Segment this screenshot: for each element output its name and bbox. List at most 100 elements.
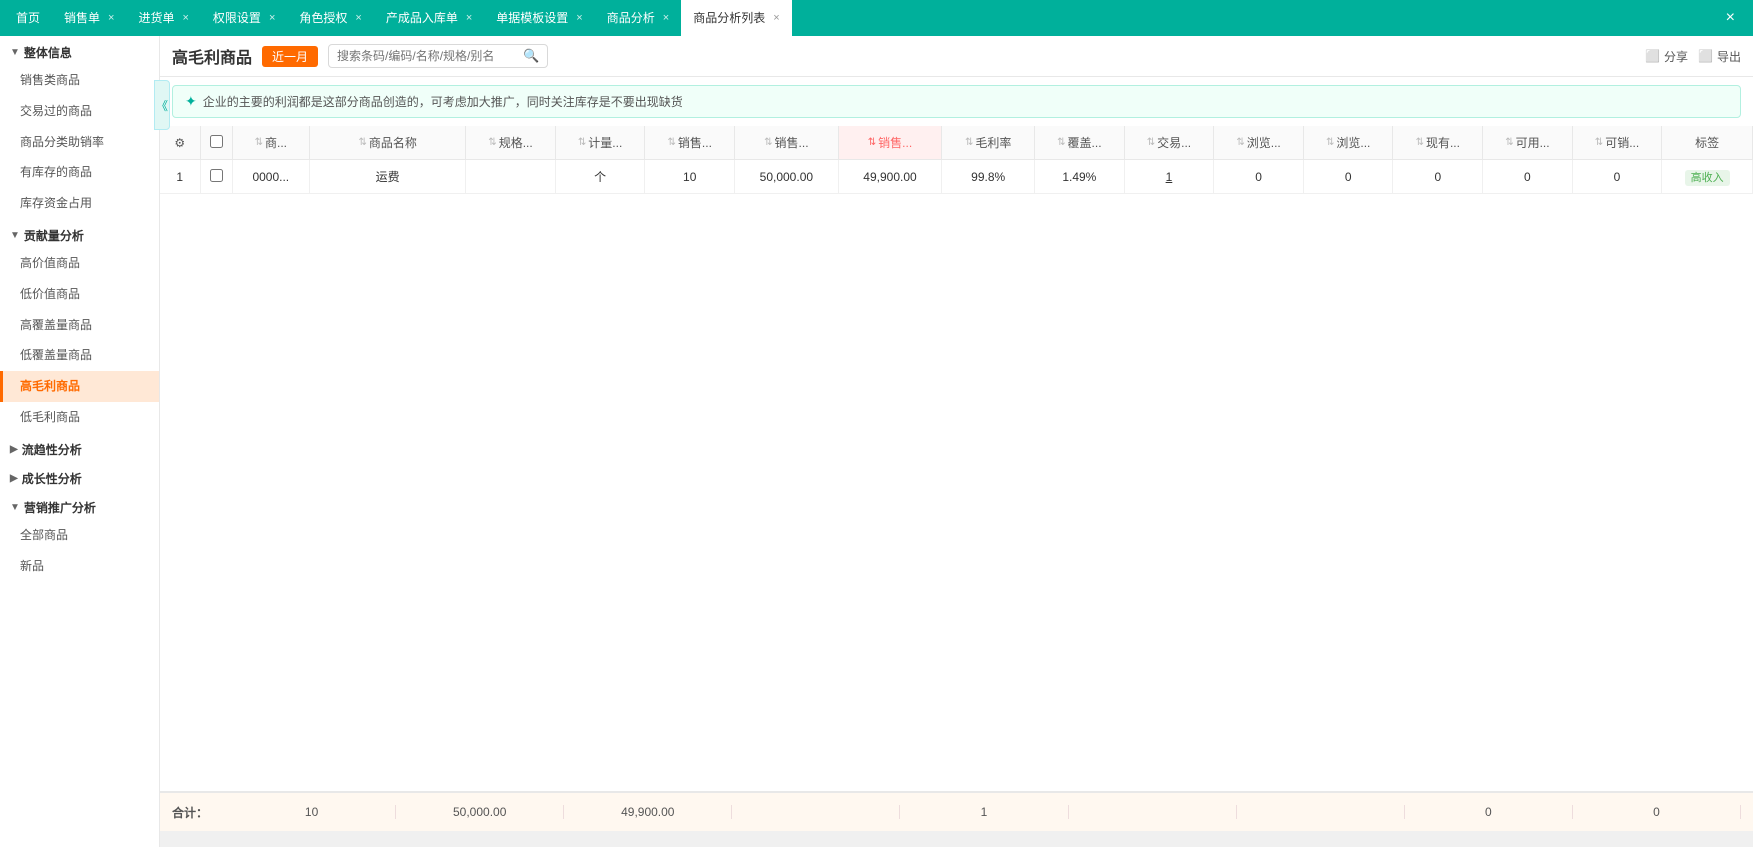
col-name-sort-icon: ⇅ xyxy=(358,137,366,148)
sidebar-item-high-coverage[interactable]: 高覆盖量商品 xyxy=(0,310,159,341)
cell-checkbox xyxy=(200,160,232,194)
col-transaction[interactable]: ⇅ 交易... xyxy=(1124,126,1214,160)
close-purchase-order[interactable]: × xyxy=(182,0,188,36)
nav-purchase-order[interactable]: 进货单 × xyxy=(126,0,200,36)
sidebar-group-overall[interactable]: ▼ 整体信息 xyxy=(0,36,159,65)
sidebar-item-new-goods[interactable]: 新品 xyxy=(0,551,159,582)
col-spec[interactable]: ⇅ 规格... xyxy=(466,126,556,160)
sidebar-group-marketing[interactable]: ▼ 营销推广分析 xyxy=(0,491,159,520)
close-product-analysis-list[interactable]: × xyxy=(773,0,779,36)
sidebar-item-stock-capital[interactable]: 库存资金占用 xyxy=(0,188,159,219)
sidebar-group-trend[interactable]: ▶ 流趋性分析 xyxy=(0,433,159,462)
total-spacer2 xyxy=(1069,805,1237,819)
col-browse1-sort-icon: ⇅ xyxy=(1236,137,1244,148)
col-stock-available[interactable]: ⇅ 可用... xyxy=(1483,126,1573,160)
cell-unit: 个 xyxy=(555,160,645,194)
col-browse2[interactable]: ⇅ 浏览... xyxy=(1303,126,1393,160)
col-browse1[interactable]: ⇅ 浏览... xyxy=(1214,126,1304,160)
search-icon[interactable]: 🔍 xyxy=(523,48,539,64)
table-container[interactable]: ⚙ ⇅ 商... ⇅ xyxy=(160,126,1753,847)
sidebar: ▼ 整体信息 销售类商品 交易过的商品 商品分类助销率 有库存的商品 库存资金占… xyxy=(0,36,160,847)
sidebar-item-category-rate[interactable]: 商品分类助销率 xyxy=(0,127,159,158)
sidebar-item-low-margin[interactable]: 低毛利商品 xyxy=(0,402,159,433)
time-filter-button[interactable]: 近一月 xyxy=(262,46,318,67)
col-sales-profit-sort-icon: ⇅ xyxy=(868,137,876,148)
nav-product-analysis[interactable]: 商品分析 × xyxy=(595,0,681,36)
col-sales-profit[interactable]: ⇅ 销售... xyxy=(838,126,942,160)
col-unit-sort-icon: ⇅ xyxy=(578,137,586,148)
nav-permission[interactable]: 权限设置 × xyxy=(201,0,287,36)
sidebar-item-high-value[interactable]: 高价值商品 xyxy=(0,248,159,279)
cell-transaction: 1 xyxy=(1124,160,1214,194)
cell-code[interactable]: 0000... xyxy=(232,160,310,194)
nav-home[interactable]: 首页 xyxy=(4,0,52,36)
export-button[interactable]: ⬜ 导出 xyxy=(1698,48,1741,65)
transaction-link[interactable]: 1 xyxy=(1166,170,1173,184)
sidebar-group-contribution[interactable]: ▼ 贡献量分析 xyxy=(0,219,159,248)
export-icon: ⬜ xyxy=(1698,49,1713,63)
col-stock-current-sort-icon: ⇅ xyxy=(1416,137,1424,148)
sidebar-item-stocked-goods[interactable]: 有库存的商品 xyxy=(0,157,159,188)
col-sales-qty[interactable]: ⇅ 销售... xyxy=(645,126,735,160)
sidebar-group-growth[interactable]: ▶ 成长性分析 xyxy=(0,462,159,491)
col-name[interactable]: ⇅ 商品名称 xyxy=(310,126,466,160)
sidebar-toggle-button[interactable]: 《 xyxy=(154,80,170,130)
top-nav: 首页 销售单 × 进货单 × 权限设置 × 角色授权 × 产成品入库单 × 单据… xyxy=(0,0,1753,36)
col-sales-amount-sort-icon: ⇅ xyxy=(764,137,772,148)
sidebar-item-traded-goods[interactable]: 交易过的商品 xyxy=(0,96,159,127)
col-stock-saleable[interactable]: ⇅ 可销... xyxy=(1572,126,1662,160)
cell-sales-profit: 49,900.00 xyxy=(838,160,942,194)
close-product-instock[interactable]: × xyxy=(466,0,472,36)
cell-browse2: 0 xyxy=(1303,160,1393,194)
sidebar-item-low-coverage[interactable]: 低覆盖量商品 xyxy=(0,340,159,371)
close-role[interactable]: × xyxy=(355,0,361,36)
close-sales-order[interactable]: × xyxy=(108,0,114,36)
close-template[interactable]: × xyxy=(576,0,582,36)
share-button[interactable]: ⬜ 分享 xyxy=(1645,48,1688,65)
row-checkbox[interactable] xyxy=(210,169,223,182)
col-unit[interactable]: ⇅ 计量... xyxy=(555,126,645,160)
sidebar-item-high-margin[interactable]: 高毛利商品 xyxy=(0,371,159,402)
table-header-row: ⚙ ⇅ 商... ⇅ xyxy=(160,126,1753,160)
cell-coverage: 1.49% xyxy=(1035,160,1125,194)
select-all-checkbox[interactable] xyxy=(210,135,223,148)
header-actions: ⬜ 分享 ⬜ 导出 xyxy=(1645,48,1741,65)
close-permission[interactable]: × xyxy=(269,0,275,36)
chevron-right-icon-2: ▶ xyxy=(10,473,18,484)
col-index: ⚙ xyxy=(160,126,200,160)
nav-product-instock[interactable]: 产成品入库单 × xyxy=(374,0,484,36)
settings-icon[interactable]: ⚙ xyxy=(174,136,185,150)
col-coverage[interactable]: ⇅ 覆盖... xyxy=(1035,126,1125,160)
search-input[interactable] xyxy=(337,49,517,63)
cell-stock-current: 0 xyxy=(1393,160,1483,194)
chevron-down-icon-2: ▼ xyxy=(10,230,20,241)
col-code[interactable]: ⇅ 商... xyxy=(232,126,310,160)
info-icon: ✦ xyxy=(185,93,197,110)
share-icon: ⬜ xyxy=(1645,49,1660,63)
nav-template[interactable]: 单据模板设置 × xyxy=(484,0,594,36)
chevron-down-icon: ▼ xyxy=(10,47,20,58)
table-row: 1 0000... 运费 个 10 50,000.00 49,900.00 99… xyxy=(160,160,1753,194)
cell-name: 运费 xyxy=(310,160,466,194)
nav-sales-order[interactable]: 销售单 × xyxy=(52,0,126,36)
col-stock-current[interactable]: ⇅ 现有... xyxy=(1393,126,1483,160)
col-margin-rate[interactable]: ⇅ 毛利率 xyxy=(942,126,1035,160)
col-sales-amount[interactable]: ⇅ 销售... xyxy=(735,126,839,160)
sidebar-item-all-goods[interactable]: 全部商品 xyxy=(0,520,159,551)
col-trans-sort-icon: ⇅ xyxy=(1147,137,1155,148)
col-tag[interactable]: 标签 xyxy=(1662,126,1753,160)
tag-label: 高收入 xyxy=(1685,170,1730,186)
page-title: 高毛利商品 xyxy=(172,44,252,68)
window-close-button[interactable]: × xyxy=(1712,0,1749,36)
sidebar-item-sales-goods[interactable]: 销售类商品 xyxy=(0,65,159,96)
total-label: 合计： xyxy=(172,804,208,821)
sidebar-item-low-value[interactable]: 低价值商品 xyxy=(0,279,159,310)
col-checkbox xyxy=(200,126,232,160)
cell-index: 1 xyxy=(160,160,200,194)
chevron-down-icon-3: ▼ xyxy=(10,502,20,513)
nav-product-analysis-list[interactable]: 商品分析列表 × xyxy=(681,0,791,36)
horizontal-scrollbar[interactable] xyxy=(160,831,1753,847)
info-banner: ✦ 企业的主要的利润都是这部分商品创造的，可考虑加大推广，同时关注库存是不要出现… xyxy=(172,85,1741,118)
close-product-analysis[interactable]: × xyxy=(663,0,669,36)
nav-role[interactable]: 角色授权 × xyxy=(287,0,373,36)
